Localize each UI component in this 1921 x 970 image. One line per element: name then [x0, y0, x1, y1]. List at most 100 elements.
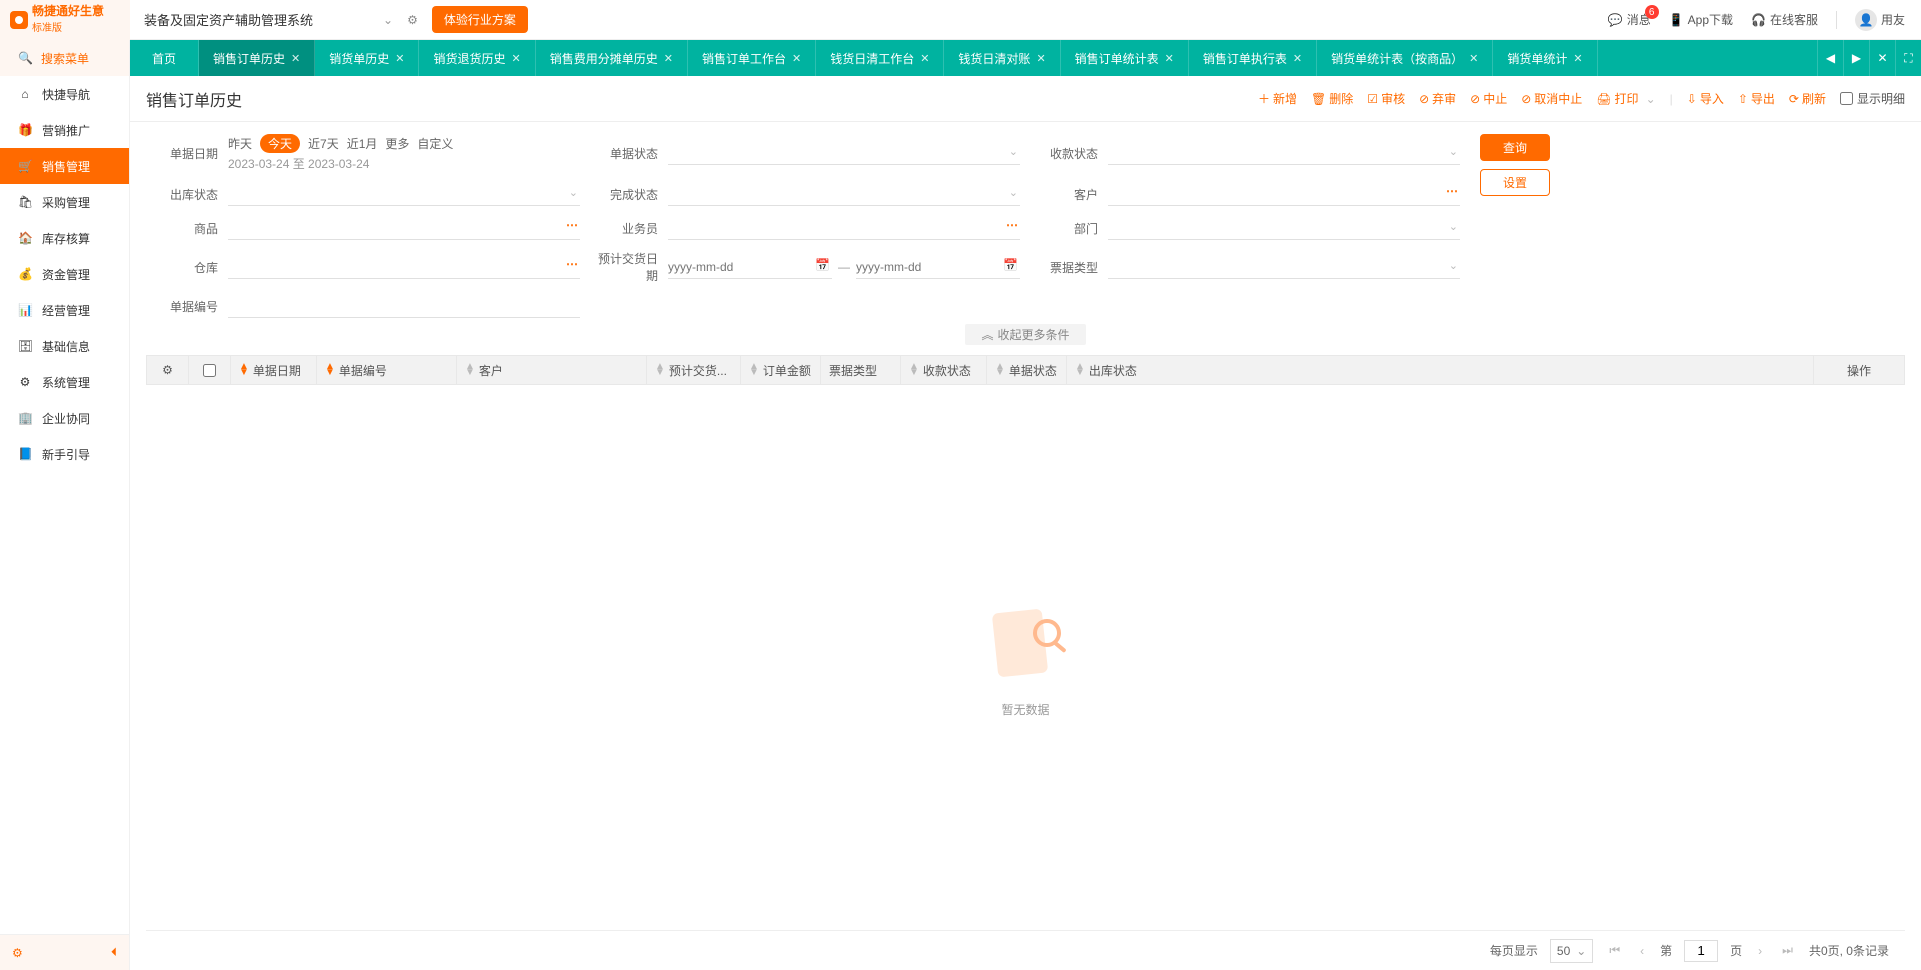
export-button[interactable]: ⇧导出 [1738, 90, 1775, 107]
audit-button[interactable]: ☑审核 [1367, 90, 1405, 107]
close-icon[interactable]: ✕ [512, 52, 521, 65]
sidebar-item-9[interactable]: 🏢企业协同 [0, 400, 129, 436]
close-icon[interactable]: ✕ [1469, 52, 1478, 65]
tab-3[interactable]: 销货退货历史✕ [419, 40, 535, 76]
close-icon[interactable]: ✕ [291, 52, 300, 65]
tab-4[interactable]: 销售费用分摊单历史✕ [536, 40, 688, 76]
pager-last[interactable]: ⏭ [1778, 943, 1797, 958]
per-page-select[interactable]: 50⌄ [1550, 939, 1593, 963]
calendar-icon[interactable]: 📅 [815, 258, 830, 272]
discard-button[interactable]: ⊘弃审 [1419, 90, 1456, 107]
filter-pay-input[interactable]: ⌄ [1108, 141, 1460, 165]
sidebar-item-6[interactable]: 📊经营管理 [0, 292, 129, 328]
customer-service-button[interactable]: 🎧 在线客服 [1751, 11, 1818, 28]
show-detail-checkbox[interactable]: 显示明细 [1840, 90, 1905, 107]
chevron-down-icon[interactable]: ⌄ [1009, 186, 1018, 199]
filter-cust-input[interactable]: ⋯ [1108, 182, 1460, 206]
date-chip-1[interactable]: 今天 [260, 134, 300, 153]
unstop-button[interactable]: ⊘取消中止 [1521, 90, 1582, 107]
system-gear-icon[interactable]: ⚙ [407, 13, 418, 27]
tabs-scroll-left[interactable]: ◀ [1817, 40, 1843, 76]
sidebar-search[interactable]: 🔍 搜索菜单 [0, 40, 129, 76]
tab-fullscreen[interactable]: ⛶ [1895, 40, 1921, 76]
col-deliver[interactable]: ▲▼预计交货... [647, 356, 741, 384]
sidebar-item-7[interactable]: 🗄基础信息 [0, 328, 129, 364]
chevron-down-icon[interactable]: ⌄ [1009, 145, 1018, 158]
filter-out-input[interactable]: ⌄ [228, 182, 580, 206]
filter-wh-input[interactable]: ⋯ [228, 255, 580, 279]
messages-button[interactable]: 💬 消息 6 [1608, 11, 1651, 28]
filter-ticket-input[interactable]: ⌄ [1108, 255, 1460, 279]
tab-10[interactable]: 销货单统计表（按商品）✕ [1317, 40, 1493, 76]
sidebar-item-5[interactable]: 💰资金管理 [0, 256, 129, 292]
date-chip-0[interactable]: 昨天 [228, 135, 252, 152]
filter-prod-input[interactable]: ⋯ [228, 216, 580, 240]
sidebar-item-8[interactable]: ⚙系统管理 [0, 364, 129, 400]
stop-button[interactable]: ⊘中止 [1470, 90, 1507, 107]
deliver-to-input[interactable]: 📅 [856, 255, 1020, 279]
col-code[interactable]: ▲▼单据编号 [317, 356, 457, 384]
col-out[interactable]: ▲▼出库状态 [1067, 356, 1814, 384]
tab-11[interactable]: 销货单统计✕ [1493, 40, 1597, 76]
chevron-down-icon[interactable]: ⌄ [569, 186, 578, 199]
filter-code-input[interactable] [228, 294, 580, 318]
pager-next[interactable]: › [1754, 944, 1766, 958]
close-icon[interactable]: ✕ [792, 52, 801, 65]
col-ticket[interactable]: 票据类型 [821, 356, 901, 384]
table-select-all[interactable] [189, 356, 231, 384]
cta-button[interactable]: 体验行业方案 [432, 6, 528, 33]
pager-first[interactable]: ⏮ [1605, 943, 1624, 958]
sidebar-item-1[interactable]: 🎁营销推广 [0, 112, 129, 148]
tab-6[interactable]: 钱货日清工作台✕ [816, 40, 944, 76]
close-icon[interactable]: ✕ [664, 52, 673, 65]
import-button[interactable]: ⇩导入 [1687, 90, 1724, 107]
table-settings-col[interactable]: ⚙ [147, 356, 189, 384]
collapse-filters[interactable]: ︽ 收起更多条件 [965, 324, 1085, 345]
col-pay[interactable]: ▲▼收款状态 [901, 356, 987, 384]
calendar-icon[interactable]: 📅 [1003, 258, 1018, 272]
filter-dept-input[interactable]: ⌄ [1108, 216, 1460, 240]
setting-button[interactable]: 设置 [1480, 169, 1550, 196]
date-chip-3[interactable]: 近1月 [347, 135, 378, 152]
tab-2[interactable]: 销货单历史✕ [315, 40, 419, 76]
system-name[interactable]: 装备及固定资产辅助管理系统 [144, 10, 313, 29]
tab-8[interactable]: 销售订单统计表✕ [1061, 40, 1189, 76]
date-chip-2[interactable]: 近7天 [308, 135, 339, 152]
filter-sales-input[interactable]: ⋯ [668, 216, 1020, 240]
chevron-down-icon[interactable]: ⌄ [1449, 145, 1458, 158]
more-icon[interactable]: ⋯ [566, 257, 578, 271]
pager-prev[interactable]: ‹ [1636, 944, 1648, 958]
delete-button[interactable]: 🗑删除 [1311, 90, 1353, 107]
filter-done-input[interactable]: ⌄ [668, 182, 1020, 206]
user-menu[interactable]: 👤 用友 [1855, 9, 1905, 31]
tab-0[interactable]: 首页 [130, 40, 199, 76]
more-icon[interactable]: ⋯ [1446, 184, 1458, 198]
close-icon[interactable]: ✕ [1573, 52, 1582, 65]
system-dropdown-icon[interactable]: ⌄ [383, 13, 393, 27]
pager-page-input[interactable] [1684, 940, 1718, 962]
tab-close-all[interactable]: ✕ [1869, 40, 1895, 76]
chevron-down-icon[interactable]: ⌄ [1449, 220, 1458, 233]
date-chip-5[interactable]: 自定义 [417, 135, 453, 152]
query-button[interactable]: 查询 [1480, 134, 1550, 161]
more-icon[interactable]: ⋯ [1006, 218, 1018, 232]
tabs-scroll-right[interactable]: ▶ [1843, 40, 1869, 76]
add-button[interactable]: ＋新增 [1258, 90, 1297, 107]
tab-5[interactable]: 销售订单工作台✕ [688, 40, 816, 76]
close-icon[interactable]: ✕ [395, 52, 404, 65]
app-download-button[interactable]: 📱 App下载 [1669, 11, 1733, 28]
sidebar-item-4[interactable]: 🏠库存核算 [0, 220, 129, 256]
print-button[interactable]: 🖨打印⌄ [1596, 90, 1655, 107]
tab-1[interactable]: 销售订单历史✕ [199, 40, 315, 76]
col-amount[interactable]: ▲▼订单金额 [741, 356, 821, 384]
more-icon[interactable]: ⋯ [566, 218, 578, 232]
refresh-button[interactable]: ⟳刷新 [1789, 90, 1826, 107]
sidebar-item-2[interactable]: 🛒销售管理 [0, 148, 129, 184]
col-customer[interactable]: ▲▼客户 [457, 356, 647, 384]
deliver-from-input[interactable]: 📅 [668, 255, 832, 279]
col-status[interactable]: ▲▼单据状态 [987, 356, 1067, 384]
close-icon[interactable]: ✕ [1036, 52, 1045, 65]
tab-9[interactable]: 销售订单执行表✕ [1189, 40, 1317, 76]
tab-7[interactable]: 钱货日清对账✕ [944, 40, 1060, 76]
filter-status-input[interactable]: ⌄ [668, 141, 1020, 165]
